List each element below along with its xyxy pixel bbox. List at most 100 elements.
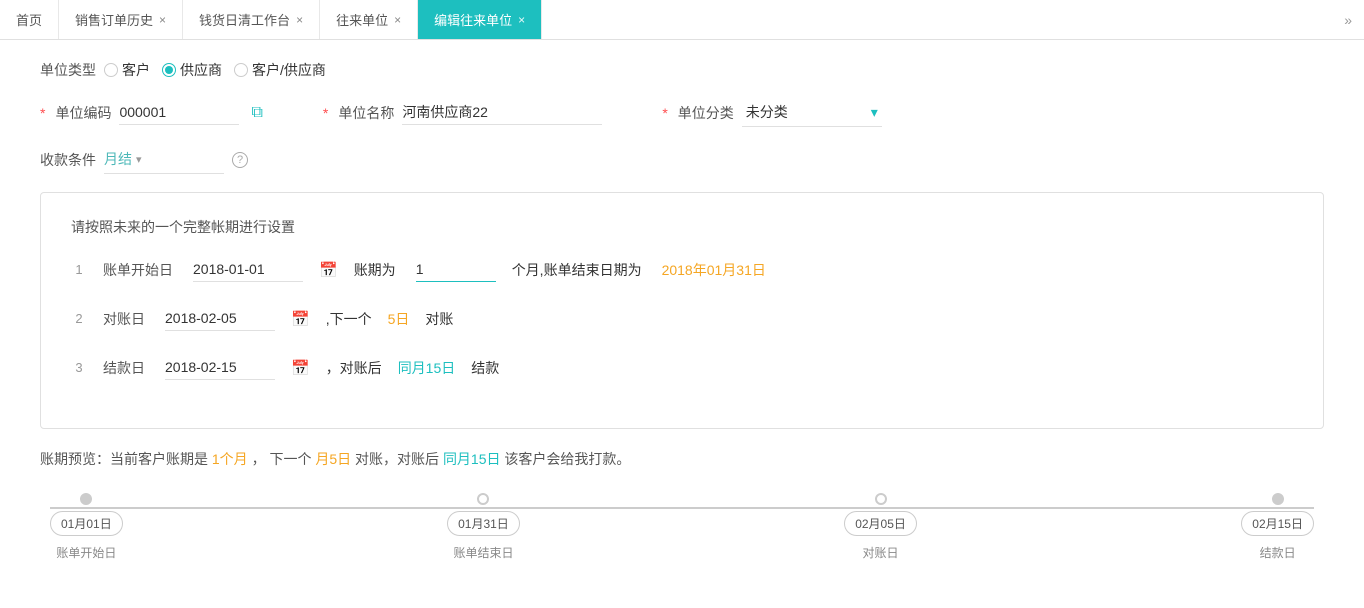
timeline-sublabel-3: 对账日 xyxy=(863,544,899,561)
unit-name-field: * 单位名称 xyxy=(323,100,602,125)
period-label: 账期为 xyxy=(354,260,396,280)
period-input[interactable] xyxy=(416,257,496,282)
tab-edit-partner-label: 编辑往来单位 xyxy=(434,10,512,29)
tab-cash-work-close[interactable]: × xyxy=(296,13,303,27)
payment-date-cal-icon[interactable]: 📅 xyxy=(291,359,310,377)
tab-partner-close[interactable]: × xyxy=(394,13,401,27)
setting-row-1: 1 账单开始日 📅 账期为 个月,账单结束日期为 2018年01月31日 xyxy=(71,257,1293,282)
reconcile-suffix: 对账 xyxy=(425,309,453,329)
radio-both-label: 客户/供应商 xyxy=(252,60,326,80)
timeline-point-1: 01月01日 账单开始日 xyxy=(50,493,123,561)
unit-class-dropdown-arrow: ▾ xyxy=(871,104,878,121)
tab-edit-partner-close[interactable]: × xyxy=(518,13,525,27)
unit-type-row: 单位类型 客户 供应商 客户/供应商 xyxy=(40,60,1324,80)
payment-help-icon[interactable]: ? xyxy=(232,152,248,168)
payment-label: 收款条件 xyxy=(40,150,96,170)
preview-comma: ， xyxy=(252,451,266,467)
payment-dropdown-arrow: ▾ xyxy=(136,153,142,166)
timeline-points: 01月01日 账单开始日 01月31日 账单结束日 02月05日 对账日 02月… xyxy=(50,493,1314,561)
radio-both[interactable]: 客户/供应商 xyxy=(234,60,326,80)
unit-type-label: 单位类型 xyxy=(40,60,96,80)
radio-customer[interactable]: 客户 xyxy=(104,60,150,80)
payment-field: 收款条件 月结 ▾ ? xyxy=(40,145,248,174)
timeline-container: 01月01日 账单开始日 01月31日 账单结束日 02月05日 对账日 02月… xyxy=(40,493,1324,561)
preview-label: 账期预览：当前客户账期是 xyxy=(40,451,208,467)
settings-title: 请按照未来的一个完整帐期进行设置 xyxy=(71,217,1293,237)
unit-class-value: 未分类 xyxy=(746,102,788,122)
radio-supplier-inner xyxy=(165,66,173,74)
timeline-dot-1 xyxy=(80,493,92,505)
timeline-badge-2: 01月31日 xyxy=(447,511,520,536)
timeline-badge-3: 02月05日 xyxy=(844,511,917,536)
timeline-dot-2 xyxy=(477,493,489,505)
tab-edit-partner[interactable]: 编辑往来单位 × xyxy=(418,0,542,39)
payment-date-input[interactable] xyxy=(165,355,275,380)
timeline-dot-4 xyxy=(1272,493,1284,505)
preview-section: 账期预览：当前客户账期是 1个月 ， 下一个 月5日 对账，对账后 同月15日 … xyxy=(40,449,1324,469)
reconcile-date-cal-icon[interactable]: 📅 xyxy=(291,310,310,328)
tab-bar: 首页 销售订单历史 × 钱货日清工作台 × 往来单位 × 编辑往来单位 × » xyxy=(0,0,1364,40)
payment-day-highlight: 同月15日 xyxy=(398,358,456,378)
radio-supplier-label: 供应商 xyxy=(180,60,222,80)
timeline-badge-4: 02月15日 xyxy=(1241,511,1314,536)
start-date-cal-icon[interactable]: 📅 xyxy=(319,261,338,279)
unit-type-radio-group: 客户 供应商 客户/供应商 xyxy=(104,60,326,80)
preview-reconcile-highlight: 月5日 xyxy=(315,451,351,467)
tab-cash-work-label: 钱货日清工作台 xyxy=(199,10,290,29)
unit-code-star: * xyxy=(40,105,45,121)
row-number-1: 1 xyxy=(71,262,87,277)
timeline-sublabel-4: 结款日 xyxy=(1260,544,1296,561)
row-label-2: 对账日 xyxy=(103,309,145,329)
timeline-point-4: 02月15日 结款日 xyxy=(1241,493,1314,561)
unit-info-row: * 单位编码 ⧉ * 单位名称 * 单位分类 未分类 ▾ xyxy=(40,98,1324,127)
tab-partner[interactable]: 往来单位 × xyxy=(320,0,418,39)
unit-name-star: * xyxy=(323,105,328,121)
timeline-sublabel-1: 账单开始日 xyxy=(56,544,116,561)
row-label-3: 结款日 xyxy=(103,358,145,378)
preview-period: 1个月 xyxy=(212,451,248,467)
payment-select[interactable]: 月结 ▾ xyxy=(104,145,224,174)
tab-home-label: 首页 xyxy=(16,10,42,29)
preview-payment-highlight: 同月15日 xyxy=(443,451,501,467)
tab-home[interactable]: 首页 xyxy=(0,0,59,39)
row-number-3: 3 xyxy=(71,360,87,375)
unit-name-label: 单位名称 xyxy=(338,103,394,123)
radio-supplier[interactable]: 供应商 xyxy=(162,60,222,80)
end-date-display: 2018年01月31日 xyxy=(662,260,766,280)
row-label-1: 账单开始日 xyxy=(103,260,173,280)
tab-expand-button[interactable]: » xyxy=(1332,0,1364,39)
setting-row-3: 3 结款日 📅 ，对账后 同月15日 结款 xyxy=(71,355,1293,380)
tab-sales-history-label: 销售订单历史 xyxy=(75,10,153,29)
radio-customer-outer xyxy=(104,63,118,77)
unit-code-input[interactable] xyxy=(119,100,239,125)
start-date-input[interactable] xyxy=(193,257,303,282)
tab-sales-history-close[interactable]: × xyxy=(159,13,166,27)
payment-prefix: ，对账后 xyxy=(326,358,382,378)
reconcile-date-input[interactable] xyxy=(165,306,275,331)
tab-partner-label: 往来单位 xyxy=(336,10,388,29)
unit-class-label: 单位分类 xyxy=(678,103,734,123)
reconcile-day-highlight: 5日 xyxy=(388,309,410,329)
period-unit-label: 个月,账单结束日期为 xyxy=(512,260,642,280)
tab-cash-work[interactable]: 钱货日清工作台 × xyxy=(183,0,320,39)
preview-reconcile-prefix: 下一个 xyxy=(269,451,311,467)
unit-name-input[interactable] xyxy=(402,100,602,125)
unit-code-label: 单位编码 xyxy=(55,103,111,123)
radio-customer-label: 客户 xyxy=(122,60,150,80)
timeline-point-3: 02月05日 对账日 xyxy=(844,493,917,561)
unit-class-star: * xyxy=(662,105,667,121)
copy-icon[interactable]: ⧉ xyxy=(251,104,262,122)
radio-both-outer xyxy=(234,63,248,77)
row-number-2: 2 xyxy=(71,311,87,326)
preview-reconcile-suffix: 对账，对账后 xyxy=(355,451,439,467)
timeline-dot-3 xyxy=(875,493,887,505)
timeline-sublabel-2: 账单结束日 xyxy=(453,544,513,561)
timeline-point-2: 01月31日 账单结束日 xyxy=(447,493,520,561)
setting-row-2: 2 对账日 📅 ,下一个 5日 对账 xyxy=(71,306,1293,331)
radio-supplier-outer xyxy=(162,63,176,77)
unit-class-select[interactable]: 未分类 ▾ xyxy=(742,98,882,127)
payment-value: 月结 xyxy=(104,149,132,169)
payment-suffix-3: 结款 xyxy=(471,358,499,378)
tab-sales-history[interactable]: 销售订单历史 × xyxy=(59,0,183,39)
unit-class-field: * 单位分类 未分类 ▾ xyxy=(662,98,881,127)
